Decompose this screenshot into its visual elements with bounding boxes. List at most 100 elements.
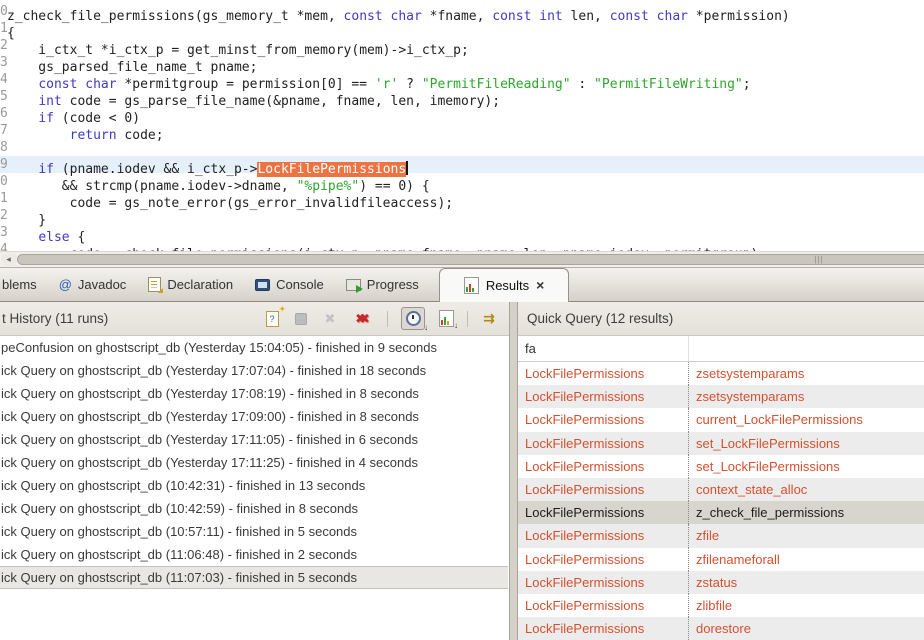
result-row[interactable]: LockFilePermissions zfile [518, 524, 924, 548]
query-history-item[interactable]: peConfusion on ghostscript_db (Yesterday… [0, 336, 508, 359]
result-cell-function[interactable]: zstatus [688, 570, 924, 594]
result-cell-variable[interactable]: LockFilePermissions [518, 362, 688, 385]
result-cell-variable[interactable]: LockFilePermissions [518, 571, 688, 594]
result-cell-function[interactable]: zsetsystemparams [688, 362, 924, 386]
show-results-menu-button[interactable]: ↓ [438, 310, 458, 330]
result-row[interactable]: LockFilePermissions set_LockFilePermissio… [518, 431, 924, 455]
stop-icon [295, 312, 307, 325]
result-filter-row[interactable]: fa [518, 336, 924, 362]
stop-query-button[interactable] [293, 310, 309, 327]
query-history-item[interactable]: ick Query on ghostscript_db (10:42:31) -… [0, 474, 508, 497]
result-cell-variable[interactable]: LockFilePermissions [518, 455, 688, 478]
current-code-line[interactable]: 9 if (pname.iodev && i_ctx_p->LockFilePe… [0, 156, 924, 177]
query-history-item[interactable]: ick Query on ghostscript_db (11:07:03) -… [0, 566, 508, 589]
line-number: 9 [0, 157, 7, 172]
new-query-button[interactable]: ? ✦ [264, 304, 286, 327]
result-cell-function[interactable]: dorestore [688, 617, 924, 640]
code-token: z_check_file_permissions(gs_memory_t *me… [7, 9, 344, 24]
remove-all-runs-button[interactable]: ✖✖ [351, 310, 374, 327]
tab-javadoc[interactable]: @ Javadoc [59, 277, 127, 292]
query-history-item[interactable]: ick Query on ghostscript_db (10:57:11) -… [0, 520, 508, 543]
tab-declaration[interactable]: Declaration [148, 277, 233, 293]
code-line[interactable]: 4 const char *permitgroup = permission[0… [0, 71, 924, 92]
code-line[interactable]: 0 && strcmp(pname.iodev->dname, "%pipe%"… [0, 173, 924, 194]
code-token: return [69, 128, 117, 143]
tab-label: blems [2, 277, 37, 292]
result-cell-function[interactable]: zfile [688, 524, 924, 548]
query-history-item[interactable]: ick Query on ghostscript_db (10:42:59) -… [0, 497, 508, 520]
tab-progress[interactable]: Progress [345, 277, 419, 293]
code-line[interactable]: 0z_check_file_permissions(gs_memory_t *m… [0, 3, 924, 24]
result-cell-variable[interactable]: LockFilePermissions [518, 478, 688, 501]
results-view: t History (11 runs) ? ✦ ✖ ✖✖ ↓ ↓ ⇉ peCon… [0, 302, 924, 640]
line-number: 4 [0, 72, 7, 87]
result-cell-variable[interactable]: LockFilePermissions [518, 617, 688, 640]
result-cell-function[interactable]: current_LockFilePermissions [688, 408, 924, 432]
result-row[interactable]: LockFilePermissions zlibfile [518, 593, 924, 618]
result-cell-function[interactable]: z_check_file_permissions [688, 501, 924, 525]
quick-query-title: Quick Query (12 results) [527, 311, 674, 326]
result-cell-function[interactable]: zfilenameforall [688, 547, 924, 571]
code-token: const [492, 9, 532, 24]
code-line[interactable]: 4 code = check_file_permissions(i_ctx_p,… [0, 241, 924, 251]
remove-run-button[interactable]: ✖ [322, 310, 338, 327]
code-line[interactable]: 7 return code; [0, 122, 924, 143]
result-row[interactable]: LockFilePermissions current_LockFilePermi… [518, 408, 924, 432]
results-icon [463, 276, 479, 294]
result-cell-function[interactable]: context_state_alloc [688, 477, 924, 502]
tab-results[interactable]: Results × [438, 267, 570, 302]
query-history-header: t History (11 runs) ? ✦ ✖ ✖✖ ↓ ↓ ⇉ [0, 302, 509, 336]
code-line[interactable]: 1 code = gs_note_error(gs_error_invalidf… [0, 190, 924, 211]
result-cell-function[interactable]: zlibfile [688, 593, 924, 618]
query-history-item[interactable]: ick Query on ghostscript_db (Yesterday 1… [0, 451, 508, 474]
line-number: 8 [0, 140, 7, 155]
query-history-item[interactable]: ick Query on ghostscript_db (Yesterday 1… [0, 428, 508, 451]
panel-sash[interactable] [510, 302, 517, 640]
result-row[interactable]: LockFilePermissions zsetsystemparams [518, 385, 924, 409]
tab-problems[interactable]: blems [2, 277, 37, 292]
result-cell-variable[interactable]: LockFilePermissions [518, 432, 688, 455]
result-row[interactable]: LockFilePermissions context_state_alloc [518, 477, 924, 502]
result-row[interactable]: LockFilePermissions zstatus [518, 570, 924, 594]
code-line[interactable]: 2 i_ctx_t *i_ctx_p = get_minst_from_memo… [0, 37, 924, 58]
line-number: 3 [0, 55, 7, 70]
result-cell-function[interactable]: set_LockFilePermissions [688, 454, 924, 478]
result-row[interactable]: LockFilePermissions dorestore [518, 617, 924, 640]
result-row[interactable]: LockFilePermissions set_LockFilePermissio… [518, 454, 924, 478]
tab-label: Results [485, 277, 530, 293]
progress-icon [345, 278, 363, 293]
result-row[interactable]: LockFilePermissions zfilenameforall [518, 547, 924, 571]
result-cell-function[interactable]: zsetsystemparams [688, 385, 924, 409]
result-cell-variable[interactable]: LockFilePermissions [518, 408, 688, 431]
result-cell-variable[interactable]: LockFilePermissions [518, 385, 688, 408]
code-line[interactable]: 5 int code = gs_parse_file_name(&pname, … [0, 88, 924, 109]
scrollbar-thumb[interactable] [17, 254, 924, 265]
query-history-item[interactable]: ick Query on ghostscript_db (Yesterday 1… [0, 359, 508, 382]
code-line[interactable]: 3 else { [0, 224, 924, 245]
tab-console[interactable]: Console [255, 277, 324, 292]
scroll-left-button[interactable]: ◂ [1, 254, 16, 266]
result-row[interactable]: LockFilePermissions z_check_file_permissi… [518, 501, 924, 525]
result-row[interactable]: LockFilePermissions zsetsystemparams [518, 362, 924, 386]
query-history-toolbar: ? ✦ ✖ ✖✖ ↓ ↓ ⇉ [264, 304, 509, 332]
result-cell-variable[interactable]: LockFilePermissions [518, 594, 688, 617]
query-history-item[interactable]: ick Query on ghostscript_db (Yesterday 1… [0, 382, 508, 405]
console-icon [255, 278, 271, 291]
filter-input[interactable]: fa [518, 336, 689, 361]
filter-column-2[interactable] [689, 336, 924, 361]
editor-horizontal-scrollbar[interactable]: ◂ ||| [0, 251, 924, 267]
code-token: code; [116, 128, 164, 143]
quick-query-panel: Quick Query (12 results) fa LockFilePerm… [517, 302, 924, 640]
code-editor[interactable]: 0z_check_file_permissions(gs_memory_t *m… [0, 0, 924, 251]
close-icon[interactable]: × [536, 278, 544, 292]
result-cell-variable[interactable]: LockFilePermissions [518, 524, 688, 547]
result-cell-function[interactable]: set_LockFilePermissions [688, 431, 924, 455]
result-cell-variable[interactable]: LockFilePermissions [518, 548, 688, 571]
result-cell-variable[interactable]: LockFilePermissions [518, 501, 688, 524]
query-history-item[interactable]: ick Query on ghostscript_db (Yesterday 1… [0, 405, 508, 428]
code-token: ; [742, 77, 751, 92]
query-history-item[interactable]: ick Query on ghostscript_db (11:06:48) -… [0, 543, 508, 566]
show-query-history-toggle[interactable]: ↓ [401, 307, 428, 332]
link-with-editor-button[interactable]: ⇉ [481, 310, 497, 327]
